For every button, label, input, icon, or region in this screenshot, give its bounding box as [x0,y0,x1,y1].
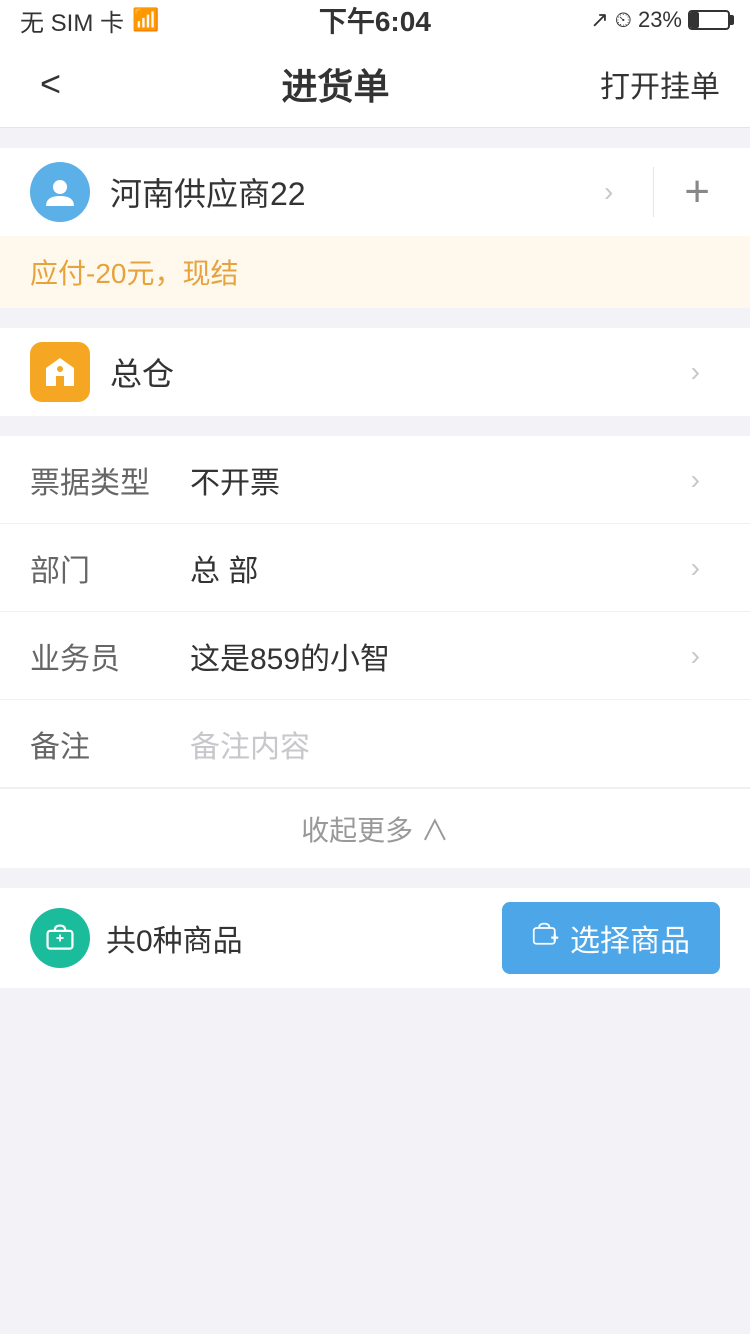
back-button[interactable]: < [30,53,71,115]
product-icon [30,908,90,968]
invoice-type-chevron-icon: › [691,464,700,496]
product-count-text: 共0种商品 [106,916,243,960]
content-area: 河南供应商22 › + 应付-20元，现结 总仓 › 票据类型 不开票 › [0,148,750,1288]
vertical-divider [653,167,654,217]
status-left: 无 SIM 卡 📶 [20,3,159,38]
collapse-label: 收起更多 ∧ [301,809,449,849]
supplier-chevron-icon: › [604,176,613,208]
supplier-avatar [30,162,90,222]
salesperson-row[interactable]: 业务员 这是859的小智 › [0,612,750,700]
department-label: 部门 [30,546,170,590]
select-product-icon [532,920,560,957]
remark-label: 备注 [30,722,170,766]
battery-percent: 23% [638,7,682,33]
department-chevron-icon: › [691,552,700,584]
warehouse-card: 总仓 › [0,328,750,416]
remark-input[interactable]: 备注内容 [170,722,720,766]
status-time: 下午6:04 [319,0,431,40]
bottom-bar: 共0种商品 选择商品 [0,888,750,988]
notice-bar: 应付-20元，现结 [0,236,750,308]
warehouse-icon [30,342,90,402]
supplier-row[interactable]: 河南供应商22 › + [0,148,750,236]
invoice-type-row[interactable]: 票据类型 不开票 › [0,436,750,524]
carrier-label: 无 SIM 卡 [20,3,124,38]
page-title: 进货单 [282,58,390,110]
open-pending-button[interactable]: 打开挂单 [600,62,720,106]
battery-icon [688,10,730,30]
alarm-icon: ⏲ [615,7,632,33]
warehouse-name: 总仓 [110,349,691,395]
collapse-button[interactable]: 收起更多 ∧ [0,788,750,868]
warehouse-chevron-icon: › [691,356,700,388]
select-product-label: 选择商品 [570,916,690,960]
invoice-type-label: 票据类型 [30,458,170,502]
select-product-button[interactable]: 选择商品 [502,902,720,974]
supplier-card: 河南供应商22 › + [0,148,750,236]
battery-fill [690,12,699,28]
status-right: ↗ ⏲ 23% [590,7,730,33]
product-count-area: 共0种商品 [30,908,243,968]
warehouse-row[interactable]: 总仓 › [0,328,750,416]
status-bar: 无 SIM 卡 📶 下午6:04 ↗ ⏲ 23% [0,0,750,40]
add-product-icon [532,921,560,949]
salesperson-label: 业务员 [30,634,170,678]
house-icon [42,354,78,390]
location-icon: ↗ [590,7,608,33]
person-icon [42,174,78,210]
notice-text: 应付-20元，现结 [30,258,238,289]
form-card: 票据类型 不开票 › 部门 总 部 › 业务员 这是859的小智 › 备注 备注… [0,436,750,868]
wifi-icon: 📶 [132,7,159,33]
department-row[interactable]: 部门 总 部 › [0,524,750,612]
add-supplier-button[interactable]: + [674,157,720,227]
remark-row[interactable]: 备注 备注内容 [0,700,750,788]
nav-bar: < 进货单 打开挂单 [0,40,750,128]
supplier-name: 河南供应商22 [110,169,604,215]
invoice-type-value: 不开票 [170,458,691,502]
page-background [0,988,750,1288]
cart-icon [44,922,76,954]
department-value: 总 部 [170,546,691,590]
salesperson-value: 这是859的小智 [170,634,691,678]
salesperson-chevron-icon: › [691,640,700,672]
